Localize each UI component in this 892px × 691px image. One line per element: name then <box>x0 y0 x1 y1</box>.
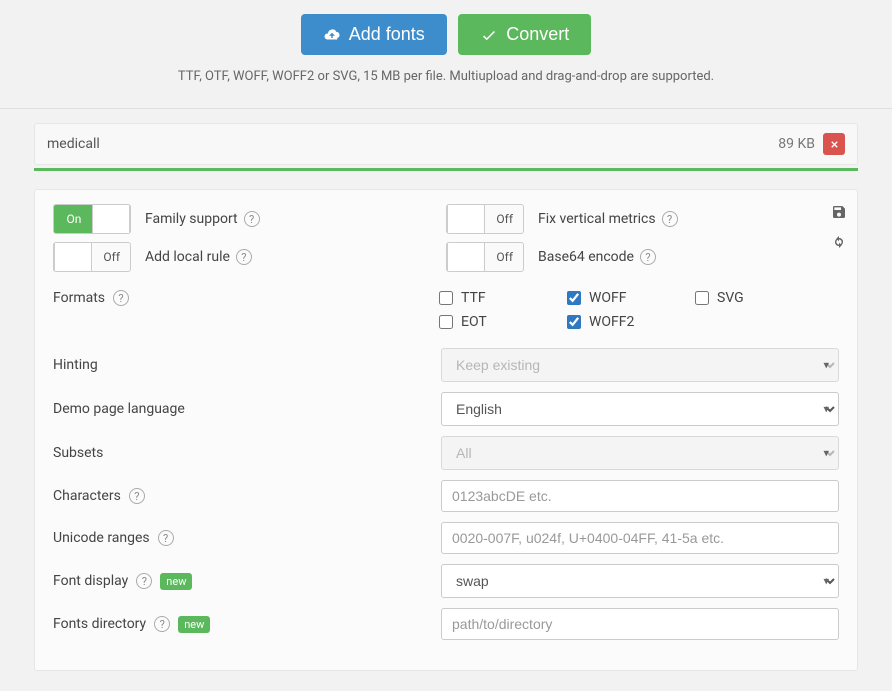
help-icon[interactable]: ? <box>129 488 145 504</box>
demo-lang-label: Demo page language <box>53 401 431 417</box>
family-support-label: Family support ? <box>145 211 260 227</box>
help-icon[interactable]: ? <box>662 211 678 227</box>
help-icon[interactable]: ? <box>244 211 260 227</box>
family-support-toggle[interactable]: On <box>53 204 131 234</box>
demo-lang-select[interactable]: English <box>441 392 839 426</box>
side-actions <box>831 204 847 250</box>
main-container: medicall 89 KB On Family support <box>0 109 892 691</box>
help-icon[interactable]: ? <box>136 573 152 589</box>
options-panel: On Family support ? Off Fix vertical met… <box>34 189 858 671</box>
font-display-select[interactable]: swap <box>441 564 839 598</box>
help-icon[interactable]: ? <box>640 249 656 265</box>
close-icon <box>829 139 840 150</box>
format-woff-checkbox[interactable]: WOFF <box>567 290 695 306</box>
formats-grid: TTF WOFF SVG EOT WOFF2 <box>439 290 823 330</box>
characters-input[interactable] <box>441 480 839 512</box>
add-local-rule-label: Add local rule ? <box>145 249 252 265</box>
base64-encode-toggle[interactable]: Off <box>446 242 524 272</box>
fix-vertical-metrics-toggle[interactable]: Off <box>446 204 524 234</box>
help-icon[interactable]: ? <box>154 616 170 632</box>
progress-bar <box>34 168 858 171</box>
fonts-directory-label: Fonts directory ? new <box>53 616 431 633</box>
base64-encode-label: Base64 encode ? <box>538 249 656 265</box>
font-display-label: Font display ? new <box>53 573 431 590</box>
upload-icon <box>323 26 341 44</box>
help-icon[interactable]: ? <box>158 530 174 546</box>
add-local-rule-toggle[interactable]: Off <box>53 242 131 272</box>
formats-label: Formats ? <box>53 290 439 306</box>
remove-file-button[interactable] <box>823 133 845 155</box>
check-icon <box>480 26 498 44</box>
file-size: 89 KB <box>778 136 815 152</box>
file-row: medicall 89 KB <box>34 123 858 165</box>
subsets-select[interactable]: All <box>441 436 839 470</box>
characters-label: Characters ? <box>53 488 431 504</box>
new-badge: new <box>178 616 210 633</box>
fix-vertical-metrics-label: Fix vertical metrics ? <box>538 211 678 227</box>
file-name: medicall <box>47 136 778 152</box>
header-subtitle: TTF, OTF, WOFF, WOFF2 or SVG, 15 MB per … <box>0 69 892 84</box>
fonts-directory-input[interactable] <box>441 608 839 640</box>
subsets-label: Subsets <box>53 445 431 461</box>
header: Add fonts Convert TTF, OTF, WOFF, WOFF2 … <box>0 0 892 108</box>
new-badge: new <box>160 573 192 590</box>
convert-label: Convert <box>506 24 569 45</box>
hinting-select[interactable]: Keep existing <box>441 348 839 382</box>
convert-button[interactable]: Convert <box>458 14 591 55</box>
format-woff2-checkbox[interactable]: WOFF2 <box>567 314 695 330</box>
add-fonts-button[interactable]: Add fonts <box>301 14 447 55</box>
unicode-ranges-input[interactable] <box>441 522 839 554</box>
help-icon[interactable]: ? <box>113 290 129 306</box>
unicode-ranges-label: Unicode ranges ? <box>53 530 431 546</box>
format-svg-checkbox[interactable]: SVG <box>695 290 823 306</box>
help-icon[interactable]: ? <box>236 249 252 265</box>
hinting-label: Hinting <box>53 357 431 373</box>
format-eot-checkbox[interactable]: EOT <box>439 314 567 330</box>
add-fonts-label: Add fonts <box>349 24 425 45</box>
save-icon[interactable] <box>831 204 847 220</box>
format-ttf-checkbox[interactable]: TTF <box>439 290 567 306</box>
refresh-icon[interactable] <box>831 234 847 250</box>
